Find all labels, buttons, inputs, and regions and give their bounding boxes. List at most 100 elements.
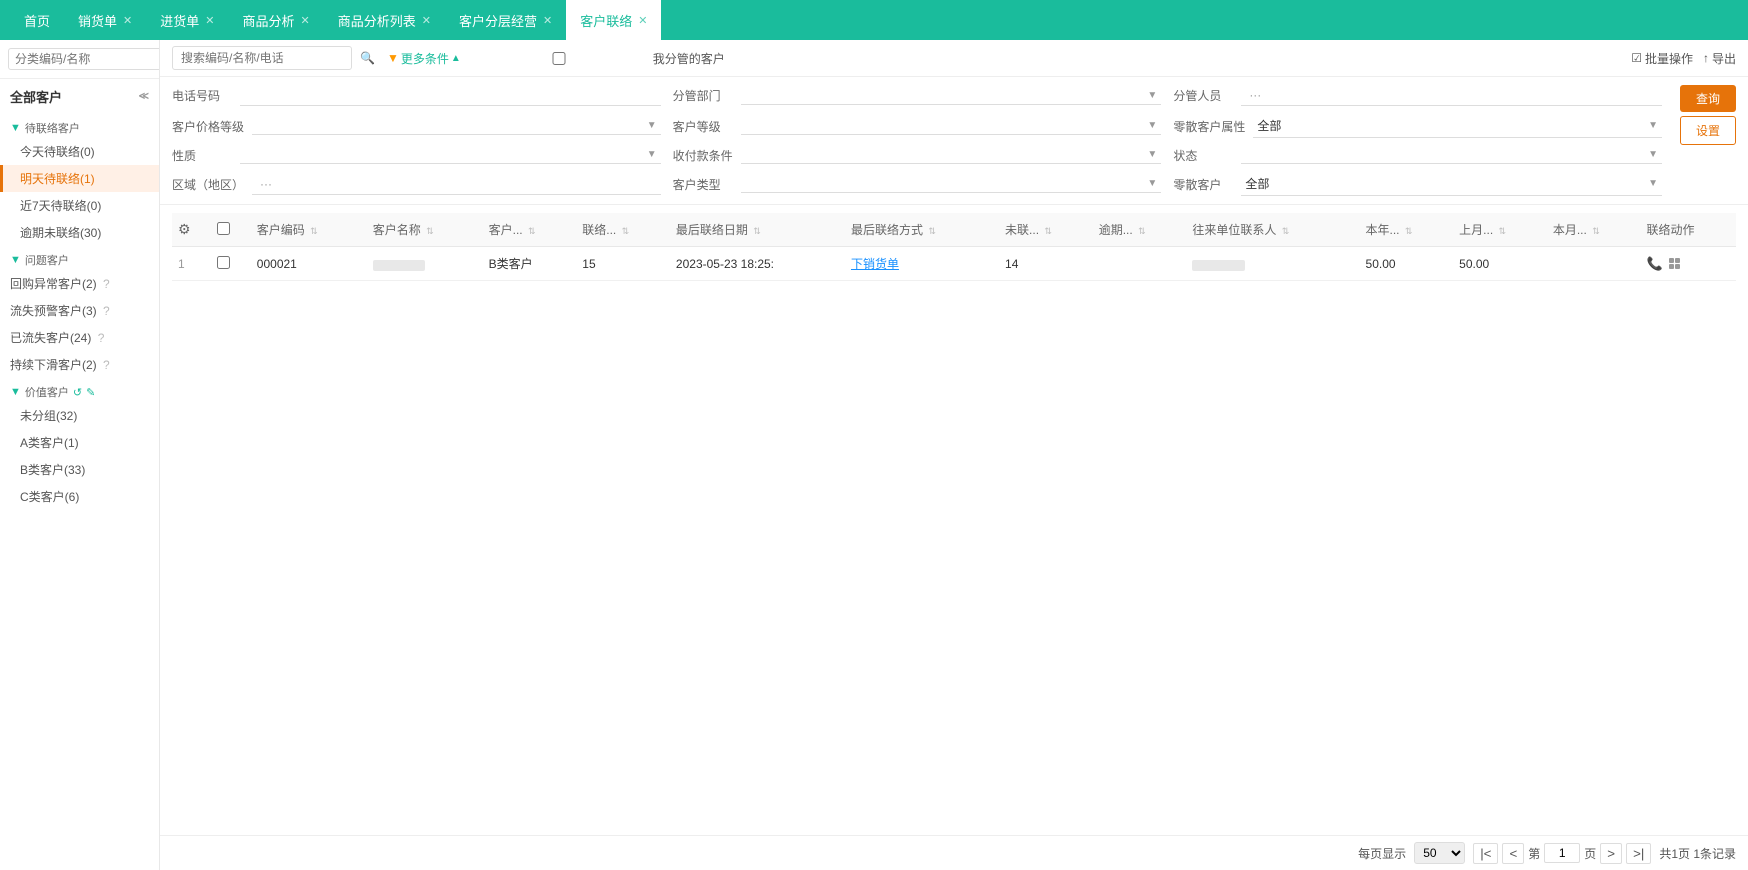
sidebar-item-ungrouped[interactable]: 未分组(32) xyxy=(0,402,159,429)
row-this-year: 50.00 xyxy=(1360,247,1454,281)
export-btn[interactable]: ↑ 导出 xyxy=(1703,50,1736,67)
info-icon-1: ? xyxy=(103,277,110,291)
sort-this-month-icon[interactable]: ⇅ xyxy=(1592,226,1600,236)
sidebar-item-class-b[interactable]: B类客户(33) xyxy=(0,456,159,483)
sidebar-item-class-c[interactable]: C类客户(6) xyxy=(0,483,159,510)
sort-code-icon[interactable]: ⇅ xyxy=(310,226,318,236)
first-page-btn[interactable]: |< xyxy=(1473,843,1498,864)
col-action: 联络动作 xyxy=(1640,213,1736,247)
scatter-customer-select[interactable]: 全部 ▼ xyxy=(1241,172,1662,196)
contact-person-masked: Ea xyxy=(1192,260,1244,271)
customer-type-select[interactable]: ▼ xyxy=(741,175,1162,193)
batch-op-btn[interactable]: ☑ 批量操作 xyxy=(1631,50,1693,67)
set-button[interactable]: 设置 xyxy=(1680,116,1736,145)
region-select[interactable]: ··· xyxy=(252,174,661,195)
customer-level-label: 客户等级 xyxy=(673,118,733,135)
sidebar-item-today-contact[interactable]: 今天待联络(0) xyxy=(0,138,159,165)
refresh-icon[interactable]: ↺ xyxy=(73,386,82,399)
call-icon[interactable]: 📞 xyxy=(1646,256,1662,272)
filter-row-2: 客户价格等级 ▼ 客户等级 ▼ xyxy=(172,114,1662,138)
info-icon-4: ? xyxy=(103,358,110,372)
sidebar-item-declining[interactable]: 持续下滑客户(2) ? xyxy=(0,351,159,378)
row-name: Ea xyxy=(367,247,483,281)
my-customer-checkbox[interactable] xyxy=(469,52,649,65)
scatter-customer-arrow: ▼ xyxy=(1648,178,1658,189)
nav-sales-order[interactable]: 销货单 ✕ xyxy=(64,0,146,40)
total-records: 共1页 1条记录 xyxy=(1659,845,1736,862)
sort-contact-icon[interactable]: ⇅ xyxy=(622,226,630,236)
sort-overdue-icon[interactable]: ⇅ xyxy=(1138,226,1146,236)
phone-input[interactable] xyxy=(240,85,661,106)
sidebar-all-customers[interactable]: 全部客户 ≪ xyxy=(0,79,159,114)
sort-last-date-icon[interactable]: ⇅ xyxy=(753,226,761,236)
sidebar-item-7days-contact[interactable]: 近7天待联络(0) xyxy=(0,192,159,219)
nav-customer-layering[interactable]: 客户分层经营 ✕ xyxy=(445,0,566,40)
collapse-icon: ≪ xyxy=(139,91,149,102)
col-last-month: 上月... ⇅ xyxy=(1453,213,1547,247)
col-name: 客户名称 ⇅ xyxy=(367,213,483,247)
select-all-checkbox[interactable] xyxy=(217,222,230,235)
close-purchase-order[interactable]: ✕ xyxy=(205,14,214,27)
last-method-link[interactable]: 下销货单 xyxy=(851,257,899,271)
sort-name-icon[interactable]: ⇅ xyxy=(426,226,434,236)
page-number-input[interactable] xyxy=(1544,843,1580,863)
sort-type-icon[interactable]: ⇅ xyxy=(528,226,536,236)
prev-page-btn[interactable]: < xyxy=(1502,843,1524,864)
nav-home[interactable]: 首页 xyxy=(10,0,64,40)
scatter-attr-select[interactable]: 全部 ▼ xyxy=(1253,114,1662,138)
grid-menu-icon[interactable] xyxy=(1669,258,1680,269)
sort-not-contacted-icon[interactable]: ⇅ xyxy=(1044,226,1052,236)
sort-last-month-icon[interactable]: ⇅ xyxy=(1499,226,1507,236)
close-customer-layering[interactable]: ✕ xyxy=(543,14,552,27)
manager-select[interactable]: ··· xyxy=(1241,85,1662,106)
sidebar-item-churned[interactable]: 已流失客户(24) ? xyxy=(0,324,159,351)
nav-customer-contact[interactable]: 客户联络 ✕ xyxy=(566,0,661,40)
last-page-btn[interactable]: >| xyxy=(1626,843,1651,864)
sidebar-item-tomorrow-contact[interactable]: 明天待联络(1) xyxy=(0,165,159,192)
query-button[interactable]: 查询 xyxy=(1680,85,1736,112)
sidebar-item-overdue-contact[interactable]: 逾期未联络(30) xyxy=(0,219,159,246)
sidebar-item-repurchase-abnormal[interactable]: 回购异常客户(2) ? xyxy=(0,270,159,297)
batch-icon: ☑ xyxy=(1631,51,1642,65)
customer-table: ⚙ 客户编码 ⇅ 客户名称 ⇅ xyxy=(172,213,1736,281)
sidebar-search-input[interactable] xyxy=(8,48,160,70)
edit-icon[interactable]: ✎ xyxy=(86,386,95,399)
top-nav: 首页 销货单 ✕ 进货单 ✕ 商品分析 ✕ 商品分析列表 ✕ 客户分层经营 ✕ … xyxy=(0,0,1748,40)
main-search-icon[interactable]: 🔍 xyxy=(360,51,375,65)
status-label: 状态 xyxy=(1173,147,1233,164)
per-page-select[interactable]: 50 100 200 xyxy=(1414,842,1465,864)
close-customer-contact[interactable]: ✕ xyxy=(638,14,647,27)
scatter-customer-label: 零散客户 xyxy=(1173,176,1233,193)
close-product-analysis[interactable]: ✕ xyxy=(301,14,310,27)
col-contact: 联络... ⇅ xyxy=(576,213,670,247)
more-filter-btn[interactable]: ▼ 更多条件 ▲ xyxy=(387,50,461,67)
sidebar-item-class-a[interactable]: A类客户(1) xyxy=(0,429,159,456)
sort-contact-person-icon[interactable]: ⇅ xyxy=(1282,226,1290,236)
row-contact-person: Ea xyxy=(1186,247,1359,281)
dept-arrow: ▼ xyxy=(1147,90,1157,101)
sort-last-method-icon[interactable]: ⇅ xyxy=(928,226,936,236)
page-unit: 页 xyxy=(1584,845,1596,862)
content-area: 🔍 ▼ 更多条件 ▲ 我分管的客户 ☑ 批量操作 ↑ 导出 xyxy=(160,40,1748,870)
close-sales-order[interactable]: ✕ xyxy=(123,14,132,27)
customer-level-select[interactable]: ▼ xyxy=(741,117,1162,135)
sidebar-item-churn-warning[interactable]: 流失预警客户(3) ? xyxy=(0,297,159,324)
sort-this-year-icon[interactable]: ⇅ xyxy=(1405,226,1413,236)
status-select[interactable]: ▼ xyxy=(1241,146,1662,164)
dept-select[interactable]: ▼ xyxy=(741,87,1162,105)
filter-scatter-attr: 零散客户属性 全部 ▼ xyxy=(1173,114,1662,138)
row-not-contacted: 14 xyxy=(999,247,1093,281)
main-search-input[interactable] xyxy=(172,46,352,70)
advanced-filter-panel: 电话号码 分管部门 ▼ 分管人员 xyxy=(160,77,1748,205)
table-settings-icon[interactable]: ⚙ xyxy=(178,221,191,237)
nav-purchase-order[interactable]: 进货单 ✕ xyxy=(146,0,228,40)
close-product-analysis-list[interactable]: ✕ xyxy=(422,14,431,27)
right-actions: ☑ 批量操作 ↑ 导出 xyxy=(1631,50,1736,67)
nav-product-analysis-list[interactable]: 商品分析列表 ✕ xyxy=(324,0,445,40)
next-page-btn[interactable]: > xyxy=(1600,843,1622,864)
price-level-select[interactable]: ▼ xyxy=(252,117,661,135)
row-checkbox[interactable] xyxy=(217,256,230,269)
nav-product-analysis[interactable]: 商品分析 ✕ xyxy=(228,0,323,40)
nature-select[interactable]: ▼ xyxy=(240,146,661,164)
payment-select[interactable]: ▼ xyxy=(741,146,1162,164)
